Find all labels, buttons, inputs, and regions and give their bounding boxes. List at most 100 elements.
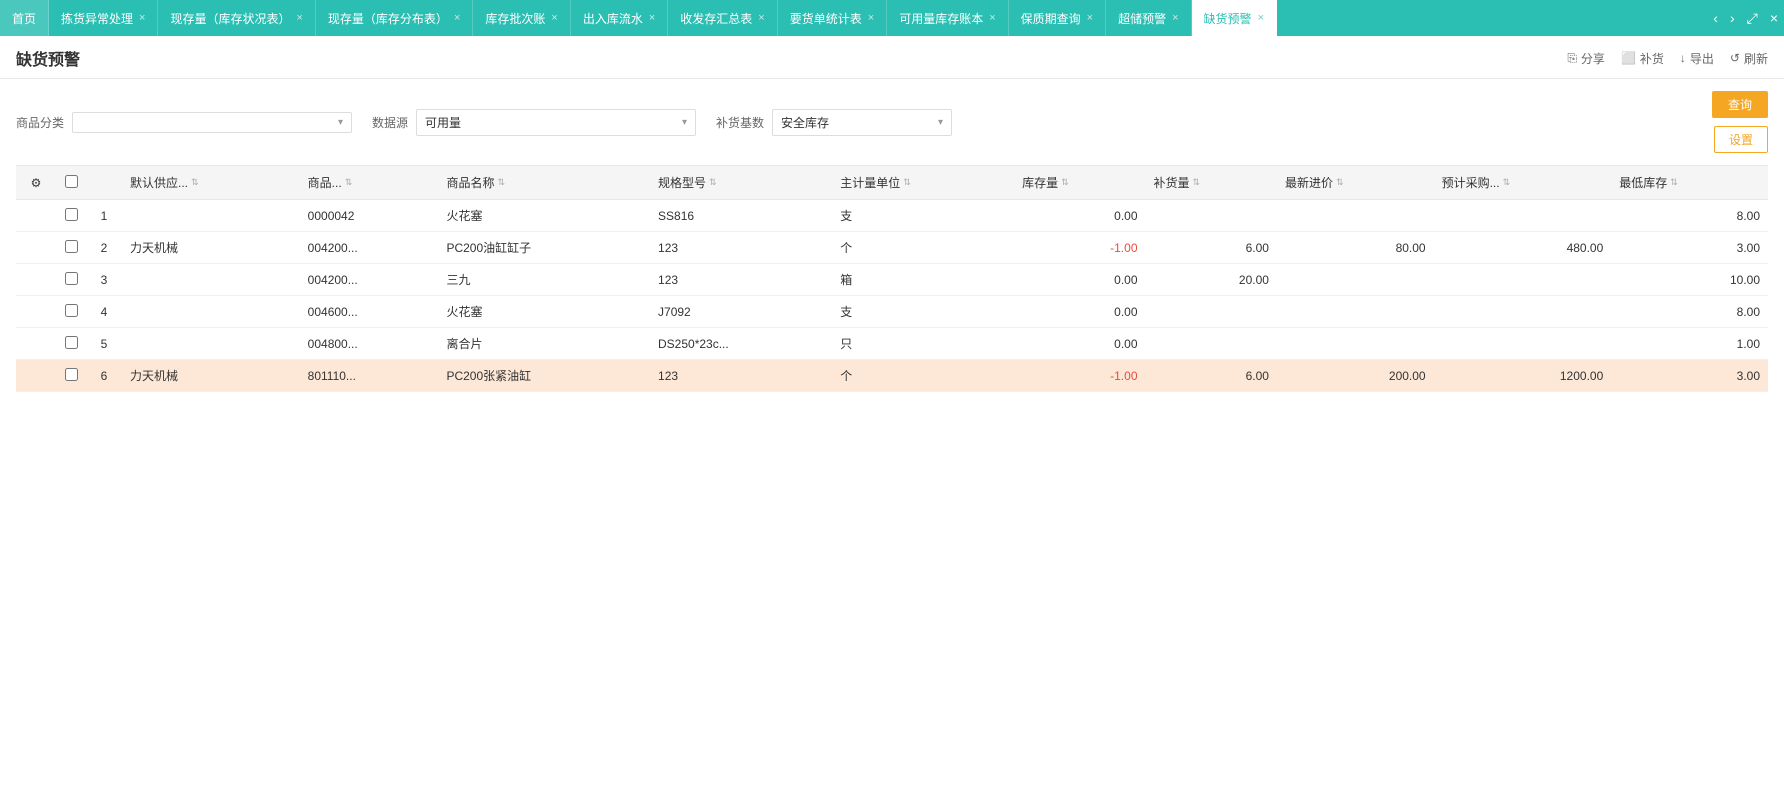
tab-inventory-dist[interactable]: 现存量（库存分布表）× xyxy=(316,0,473,36)
row-latest-price: 200.00 xyxy=(1277,360,1434,392)
tab-restore-button[interactable]: ⤢ xyxy=(1741,0,1764,36)
row-min-stock: 3.00 xyxy=(1611,360,1768,392)
table-header-row: ⚙ 默认供应... ⇅ 商品... ⇅ xyxy=(16,166,1768,200)
tab-close-icon[interactable]: × xyxy=(758,12,764,24)
replenish-icon: ⬜ xyxy=(1621,51,1636,65)
select-all-checkbox[interactable] xyxy=(65,175,78,188)
row-gear-cell xyxy=(16,360,56,392)
th-min-stock[interactable]: 最低库存 ⇅ xyxy=(1611,166,1768,200)
th-estimated-purchase-label: 预计采购... xyxy=(1442,174,1500,191)
tab-next-button[interactable]: › xyxy=(1724,0,1741,36)
row-checkbox-cell[interactable] xyxy=(56,360,86,392)
share-icon: ⎘ xyxy=(1567,51,1577,66)
row-checkbox[interactable] xyxy=(65,240,78,253)
th-product-code[interactable]: 商品... ⇅ xyxy=(300,166,439,200)
th-product-name-label: 商品名称 xyxy=(446,174,494,191)
tab-abnormal[interactable]: 拣货异常处理 × xyxy=(49,0,158,36)
sort-unit-icon: ⇅ xyxy=(903,177,911,188)
th-checkbox xyxy=(56,166,86,200)
tab-receipt-summary[interactable]: 收发存汇总表× xyxy=(668,0,777,36)
tab-prev-button[interactable]: ‹ xyxy=(1707,0,1724,36)
tab-close-icon[interactable]: × xyxy=(1087,12,1093,24)
tab-available-ledger[interactable]: 可用量库存账本× xyxy=(887,0,1008,36)
tab-inout-flow[interactable]: 出入库流水× xyxy=(571,0,668,36)
tab-close-all-button[interactable]: × xyxy=(1764,0,1784,36)
row-min-stock: 8.00 xyxy=(1611,200,1768,232)
tab-close-icon[interactable]: × xyxy=(454,12,460,24)
tab-close-icon[interactable]: × xyxy=(868,12,874,24)
category-select[interactable]: ▾ xyxy=(72,112,352,133)
tab-label: 拣货异常处理 xyxy=(61,10,133,27)
th-unit[interactable]: 主计量单位 ⇅ xyxy=(832,166,1014,200)
tab-close-icon[interactable]: × xyxy=(649,12,655,24)
row-latest-price xyxy=(1277,264,1434,296)
tab-batch-account[interactable]: 库存批次账× xyxy=(473,0,570,36)
tab-close-icon[interactable]: × xyxy=(296,12,302,24)
tab-close-icon[interactable]: × xyxy=(139,12,145,24)
query-button[interactable]: 查询 xyxy=(1712,91,1768,118)
th-latest-price[interactable]: 最新进价 ⇅ xyxy=(1277,166,1434,200)
row-supplier xyxy=(122,296,300,328)
tab-home[interactable]: 首页 xyxy=(0,0,49,36)
row-gear-cell xyxy=(16,264,56,296)
refresh-label: 刷新 xyxy=(1744,50,1768,67)
replenish-label: 补货 xyxy=(1640,50,1664,67)
category-label: 商品分类 xyxy=(16,114,64,131)
category-filter-group: 商品分类 ▾ xyxy=(16,112,352,133)
th-spec[interactable]: 规格型号 ⇅ xyxy=(650,166,832,200)
row-supplier xyxy=(122,328,300,360)
row-checkbox-cell[interactable] xyxy=(56,328,86,360)
row-checkbox[interactable] xyxy=(65,272,78,285)
tab-requisition-stat[interactable]: 要货单统计表× xyxy=(778,0,887,36)
row-checkbox-cell[interactable] xyxy=(56,296,86,328)
tab-overstock[interactable]: 超储预警 × xyxy=(1106,0,1191,36)
row-checkbox-cell[interactable] xyxy=(56,232,86,264)
th-replenish-qty[interactable]: 补货量 ⇅ xyxy=(1146,166,1277,200)
tab-close-icon[interactable]: × xyxy=(551,12,557,24)
refresh-button[interactable]: ↺ 刷新 xyxy=(1730,50,1768,67)
tab-label: 超储预警 xyxy=(1118,10,1166,27)
row-unit: 个 xyxy=(832,232,1014,264)
row-stock: 0.00 xyxy=(1014,328,1145,360)
tab-close-icon[interactable]: × xyxy=(1172,12,1178,24)
tab-shortage[interactable]: 缺货预警× xyxy=(1192,0,1277,36)
row-checkbox[interactable] xyxy=(65,368,78,381)
row-index: 1 xyxy=(86,200,122,232)
row-product-name: PC200张紧油缸 xyxy=(438,360,650,392)
table-container: ⚙ 默认供应... ⇅ 商品... ⇅ xyxy=(0,165,1784,392)
tab-expiry-query[interactable]: 保质期查询× xyxy=(1009,0,1106,36)
tab-inventory-status[interactable]: 现存量（库存状况表） × xyxy=(158,0,315,36)
row-supplier: 力天机械 xyxy=(122,232,300,264)
tab-label: 现存量（库存状况表） xyxy=(170,10,290,27)
row-checkbox[interactable] xyxy=(65,304,78,317)
row-spec: J7092 xyxy=(650,296,832,328)
row-unit: 箱 xyxy=(832,264,1014,296)
export-button[interactable]: ↓ 导出 xyxy=(1680,50,1714,67)
row-checkbox-cell[interactable] xyxy=(56,264,86,296)
row-checkbox[interactable] xyxy=(65,208,78,221)
th-estimated-purchase[interactable]: 预计采购... ⇅ xyxy=(1434,166,1612,200)
row-min-stock: 8.00 xyxy=(1611,296,1768,328)
row-supplier xyxy=(122,264,300,296)
share-button[interactable]: ⎘ 分享 xyxy=(1567,50,1605,67)
replenish-button[interactable]: ⬜ 补货 xyxy=(1621,50,1664,67)
datasource-select[interactable]: 可用量 ▾ xyxy=(416,109,696,136)
th-product-name[interactable]: 商品名称 ⇅ xyxy=(438,166,650,200)
export-label: 导出 xyxy=(1690,50,1714,67)
th-default-supplier[interactable]: 默认供应... ⇅ xyxy=(122,166,300,200)
replenish-base-select[interactable]: 安全库存 ▾ xyxy=(772,109,952,136)
row-estimated-purchase xyxy=(1434,328,1612,360)
row-latest-price xyxy=(1277,328,1434,360)
tab-close-icon[interactable]: × xyxy=(1258,12,1264,24)
th-gear[interactable]: ⚙ xyxy=(16,166,56,200)
row-estimated-purchase: 480.00 xyxy=(1434,232,1612,264)
row-unit: 只 xyxy=(832,328,1014,360)
row-checkbox-cell[interactable] xyxy=(56,200,86,232)
row-supplier xyxy=(122,200,300,232)
page-header: 缺货预警 ⎘ 分享 ⬜ 补货 ↓ 导出 ↺ 刷新 xyxy=(0,36,1784,79)
row-checkbox[interactable] xyxy=(65,336,78,349)
row-unit: 个 xyxy=(832,360,1014,392)
th-stock[interactable]: 库存量 ⇅ xyxy=(1014,166,1145,200)
tab-close-icon[interactable]: × xyxy=(989,12,995,24)
settings-button[interactable]: 设置 xyxy=(1714,126,1768,153)
